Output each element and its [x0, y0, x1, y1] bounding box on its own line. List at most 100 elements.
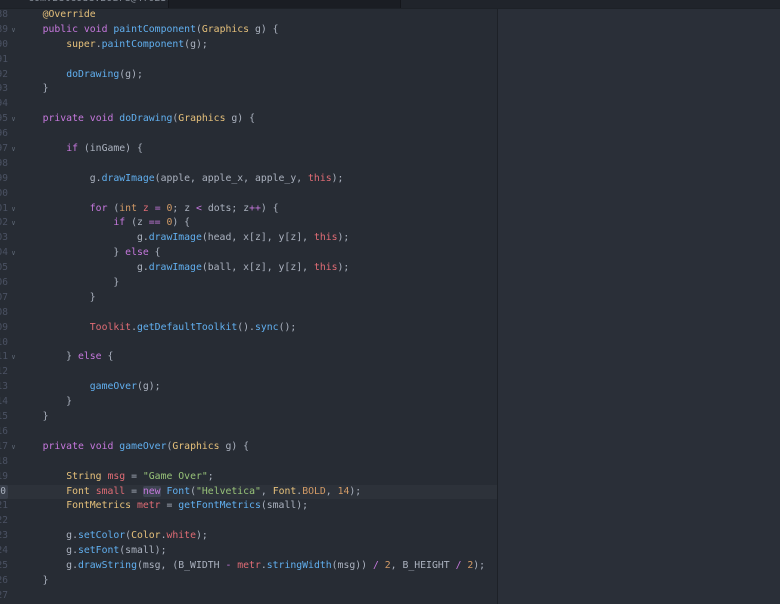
code-text[interactable]: g.drawImage(head, x[z], y[z], this); — [19, 231, 349, 246]
line-number: 97 — [0, 143, 8, 155]
highlighted-occurrence: new — [142, 485, 161, 497]
fold-chevron-icon[interactable]: ∨ — [8, 142, 19, 157]
code-text[interactable]: private void gameOver(Graphics g) { — [19, 440, 249, 455]
code-text[interactable]: @Override — [19, 8, 96, 23]
line-gutter: 116 — [0, 425, 19, 440]
code-text[interactable]: String msg = "Game Over"; — [19, 470, 214, 485]
line-number: 105 — [0, 262, 8, 274]
code-lines: 88 @Override89∨ public void paintCompone… — [0, 8, 497, 604]
code-text[interactable]: if (inGame) { — [19, 142, 143, 157]
line-number: 110 — [0, 336, 8, 348]
fold-chevron-icon[interactable]: ∨ — [8, 202, 19, 217]
code-text[interactable]: doDrawing(g); — [19, 68, 143, 83]
code-text[interactable]: } else { — [19, 350, 113, 365]
line-number: 113 — [0, 381, 8, 393]
line-gutter: 96 — [0, 127, 19, 142]
line-gutter: 88 — [0, 8, 19, 23]
code-text[interactable]: private void doDrawing(Graphics g) { — [19, 112, 255, 127]
code-text[interactable]: Font small = new Font("Helvetica", Font.… — [19, 485, 361, 500]
line-gutter: 94 — [0, 97, 19, 112]
popup-bottom-edge — [168, 0, 401, 8]
code-text[interactable]: } — [19, 82, 49, 97]
line-gutter: 106 — [0, 276, 19, 291]
line-number: 123 — [0, 530, 8, 542]
code-line: 118 — [0, 455, 497, 470]
line-number: 121 — [0, 500, 8, 512]
line-gutter: 91 — [0, 53, 19, 68]
code-text[interactable]: } — [19, 574, 49, 589]
top-bar: com.zetcode.Board@4f023edb — [0, 0, 780, 9]
line-number: 124 — [0, 545, 8, 557]
code-line: 101∨ for (int z = 0; z < dots; z++) { — [0, 202, 497, 217]
code-line: 96 — [0, 127, 497, 142]
line-gutter: 104∨ — [0, 246, 19, 261]
line-gutter: 127 — [0, 589, 19, 604]
code-text[interactable]: } else { — [19, 246, 160, 261]
fold-chevron-icon[interactable]: ∨ — [8, 216, 19, 231]
code-line: 97∨ if (inGame) { — [0, 142, 497, 157]
code-text[interactable]: super.paintComponent(g); — [19, 38, 208, 53]
line-number: 93 — [0, 83, 8, 95]
line-gutter: 111∨ — [0, 350, 19, 365]
code-text[interactable]: g.drawString(msg, (B_WIDTH - metr.string… — [19, 559, 485, 574]
code-text[interactable]: for (int z = 0; z < dots; z++) { — [19, 202, 279, 217]
line-number: 94 — [0, 98, 8, 110]
line-number: 103 — [0, 232, 8, 244]
line-gutter: 99 — [0, 172, 19, 187]
line-gutter: 97∨ — [0, 142, 19, 157]
code-line: 91 — [0, 53, 497, 68]
line-gutter: 95∨ — [0, 112, 19, 127]
line-number: 98 — [0, 157, 8, 169]
line-gutter: 119 — [0, 470, 19, 485]
line-number: 96 — [0, 128, 8, 140]
code-text[interactable]: Toolkit.getDefaultToolkit().sync(); — [19, 321, 296, 336]
code-line: 119 String msg = "Game Over"; — [0, 470, 497, 485]
code-text[interactable]: g.setColor(Color.white); — [19, 529, 208, 544]
code-text[interactable]: g.drawImage(ball, x[z], y[z], this); — [19, 261, 349, 276]
code-text[interactable]: } — [19, 410, 49, 425]
code-line: 90 super.paintComponent(g); — [0, 38, 497, 53]
line-gutter: 100 — [0, 187, 19, 202]
code-text[interactable]: g.drawImage(apple, apple_x, apple_y, thi… — [19, 172, 344, 187]
code-line: 107 } — [0, 291, 497, 306]
code-text[interactable]: } — [19, 395, 72, 410]
line-number: 100 — [0, 187, 8, 199]
code-text[interactable]: } — [19, 291, 96, 306]
line-number: 91 — [0, 53, 8, 65]
line-number: 88 — [0, 9, 8, 20]
code-line: 94 — [0, 97, 497, 112]
code-line: 126 } — [0, 574, 497, 589]
fold-chevron-icon[interactable]: ∨ — [8, 440, 19, 455]
line-gutter: 117∨ — [0, 440, 19, 455]
code-line: 108 — [0, 306, 497, 321]
code-line: 112 — [0, 365, 497, 380]
code-text[interactable]: g.setFont(small); — [19, 544, 166, 559]
code-text[interactable]: if (z == 0) { — [19, 216, 190, 231]
code-text[interactable]: } — [19, 276, 119, 291]
code-text[interactable]: gameOver(g); — [19, 380, 161, 395]
code-line: 113 gameOver(g); — [0, 380, 497, 395]
line-number: 111 — [0, 351, 8, 363]
editor-pane[interactable]: 88 @Override89∨ public void paintCompone… — [0, 8, 497, 604]
line-number: 115 — [0, 411, 8, 423]
line-number: 119 — [0, 470, 8, 482]
line-gutter: 126 — [0, 574, 19, 589]
line-number: 102 — [0, 217, 8, 229]
code-line: 110 — [0, 336, 497, 351]
fold-chevron-icon[interactable]: ∨ — [8, 350, 19, 365]
code-text[interactable]: public void paintComponent(Graphics g) { — [19, 23, 279, 38]
code-line: 115 } — [0, 410, 497, 425]
line-gutter: 123 — [0, 529, 19, 544]
fold-chevron-icon[interactable]: ∨ — [8, 112, 19, 127]
fold-chevron-icon[interactable]: ∨ — [8, 23, 19, 38]
code-text[interactable]: FontMetrics metr = getFontMetrics(small)… — [19, 499, 308, 514]
line-gutter: 125 — [0, 559, 19, 574]
code-line: 114 } — [0, 395, 497, 410]
line-number: 104 — [0, 247, 8, 259]
code-line: 127 — [0, 589, 497, 604]
line-number: 125 — [0, 559, 8, 571]
line-number: 109 — [0, 321, 8, 333]
line-gutter: 107 — [0, 291, 19, 306]
line-gutter: 98 — [0, 157, 19, 172]
fold-chevron-icon[interactable]: ∨ — [8, 246, 19, 261]
